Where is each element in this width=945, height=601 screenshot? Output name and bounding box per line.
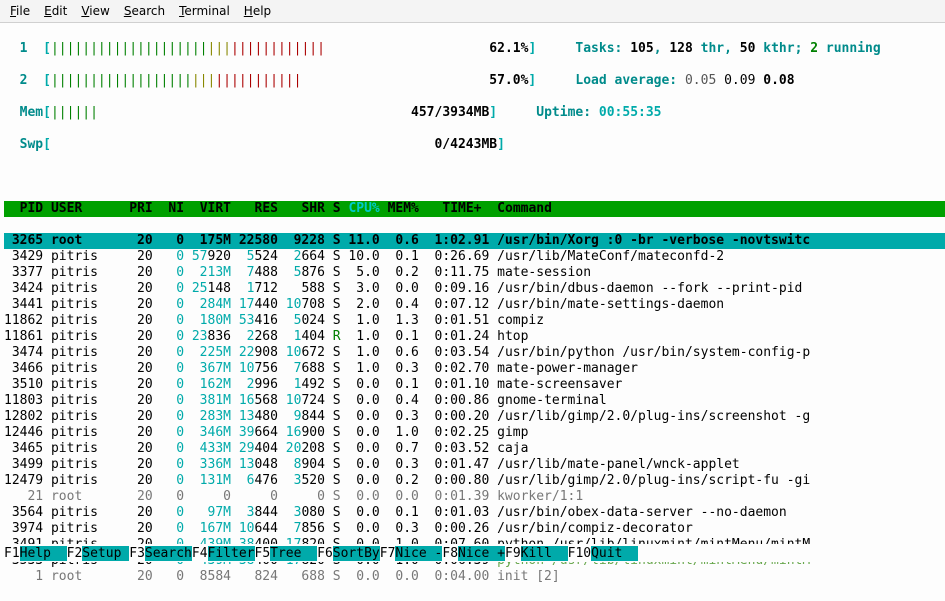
process-row[interactable]: 3265 root 20 0 175M 22580 9228 S 11.0 0.… [4, 233, 945, 249]
process-row[interactable]: 3441 pitris 20 0 284M 17440 10708 S 2.0 … [4, 297, 945, 313]
menu-help[interactable]: Help [238, 2, 277, 20]
cpu2-meter: 2 [|||||||||||||||||||||||||||||||| 57.0… [4, 73, 945, 89]
process-row[interactable]: 3510 pitris 20 0 162M 2996 1492 S 0.0 0.… [4, 377, 945, 393]
process-row[interactable]: 3377 pitris 20 0 213M 7488 5876 S 5.0 0.… [4, 265, 945, 281]
menu-terminal[interactable]: Terminal [173, 2, 236, 20]
menu-edit[interactable]: Edit [38, 2, 73, 20]
process-row[interactable]: 3466 pitris 20 0 367M 10756 7688 S 1.0 0… [4, 361, 945, 377]
function-key-bar[interactable]: F1Help F2Setup F3SearchF4FilterF5Tree F6… [0, 544, 945, 562]
process-row[interactable]: 3429 pitris 20 0 57920 5524 2664 S 10.0 … [4, 249, 945, 265]
process-row[interactable]: 12446 pitris 20 0 346M 39664 16900 S 0.0… [4, 425, 945, 441]
terminal-output: 1 [||||||||||||||||||||||||||||||||||| 6… [0, 23, 945, 601]
process-row[interactable]: 3564 pitris 20 0 97M 3844 3080 S 0.0 0.1… [4, 505, 945, 521]
cpu1-meter: 1 [||||||||||||||||||||||||||||||||||| 6… [4, 41, 945, 57]
process-row[interactable]: 3499 pitris 20 0 336M 13048 8904 S 0.0 0… [4, 457, 945, 473]
process-row[interactable]: 3974 pitris 20 0 167M 10644 7856 S 0.0 0… [4, 521, 945, 537]
process-row[interactable]: 11861 pitris 20 0 23836 2268 1404 R 1.0 … [4, 329, 945, 345]
process-row[interactable]: 3465 pitris 20 0 433M 29404 20208 S 0.0 … [4, 441, 945, 457]
menu-file[interactable]: File [4, 2, 36, 20]
window-menubar[interactable]: File Edit View Search Terminal Help [0, 0, 945, 23]
process-row[interactable]: 3424 pitris 20 0 25148 1712 588 S 3.0 0.… [4, 281, 945, 297]
process-row[interactable]: 11803 pitris 20 0 381M 16568 10724 S 0.0… [4, 393, 945, 409]
process-row[interactable]: 3474 pitris 20 0 225M 22908 10672 S 1.0 … [4, 345, 945, 361]
process-row[interactable]: 21 root 20 0 0 0 0 S 0.0 0.0 0:01.39 kwo… [4, 489, 945, 505]
process-row[interactable]: 1 root 20 0 8584 824 688 S 0.0 0.0 0:04.… [4, 569, 945, 585]
process-row[interactable]: 11862 pitris 20 0 180M 53416 5024 S 1.0 … [4, 313, 945, 329]
process-list[interactable]: 3265 root 20 0 175M 22580 9228 S 11.0 0.… [4, 233, 945, 585]
process-row[interactable]: 12802 pitris 20 0 283M 13480 9844 S 0.0 … [4, 409, 945, 425]
menu-search[interactable]: Search [118, 2, 171, 20]
swp-meter: Swp[ 0/4243MB] [4, 137, 945, 153]
column-header[interactable]: PID USER PRI NI VIRT RES SHR S CPU% MEM%… [4, 201, 945, 217]
mem-meter: Mem[|||||| 457/3934MB] Uptime: 00:55:35 [4, 105, 945, 121]
menu-view[interactable]: View [75, 2, 115, 20]
process-row[interactable]: 12479 pitris 20 0 131M 6476 3520 S 0.0 0… [4, 473, 945, 489]
blank-line [4, 169, 945, 185]
